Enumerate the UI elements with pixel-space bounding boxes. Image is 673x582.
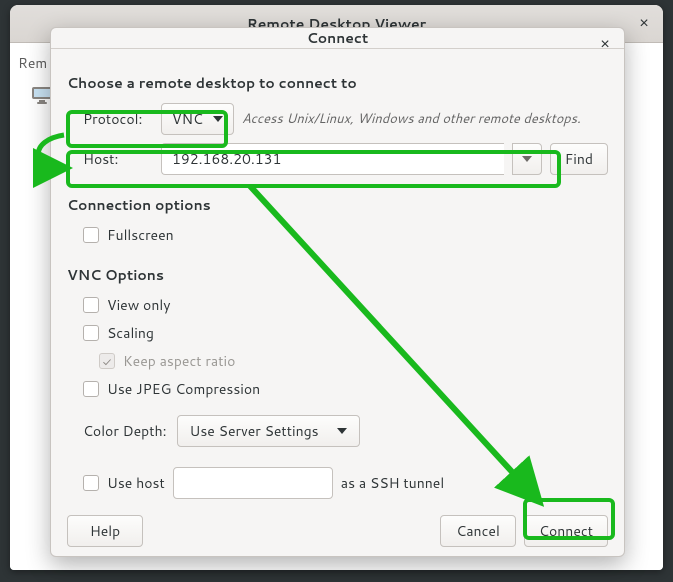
jpeg-label[interactable]: Use JPEG Compression	[107, 379, 260, 399]
help-button[interactable]: Help	[67, 515, 143, 547]
find-button[interactable]: Find	[550, 143, 608, 175]
ssh-checkbox[interactable]	[83, 475, 99, 491]
chevron-down-icon	[522, 156, 532, 162]
host-recent-dropdown[interactable]	[512, 143, 542, 175]
ssh-host-input[interactable]	[182, 468, 324, 498]
protocol-label: Protocol:	[83, 109, 153, 129]
jpeg-checkbox[interactable]	[83, 381, 99, 397]
host-input[interactable]	[170, 144, 496, 174]
scaling-label[interactable]: Scaling	[107, 323, 154, 343]
chevron-down-icon	[213, 116, 223, 122]
close-icon: ×	[639, 15, 648, 33]
ssh-prefix-label[interactable]: Use host	[107, 473, 165, 493]
keep-aspect-label: Keep aspect ratio	[123, 351, 235, 371]
dialog-titlebar: Connect ×	[51, 28, 624, 49]
vnc-options-heading: VNC Options	[67, 265, 608, 285]
dialog-close-button[interactable]: ×	[592, 32, 618, 58]
protocol-value: VNC	[172, 109, 203, 129]
fullscreen-label[interactable]: Fullscreen	[107, 225, 174, 245]
protocol-combo[interactable]: VNC	[161, 103, 234, 135]
cancel-button[interactable]: Cancel	[440, 515, 516, 547]
main-window-close-button[interactable]: ×	[631, 11, 657, 37]
choose-heading: Choose a remote desktop to connect to	[67, 73, 608, 93]
main-menu-fragment: Rem	[18, 53, 47, 73]
keep-aspect-checkbox	[99, 353, 115, 369]
dialog-title: Connect	[307, 28, 369, 48]
fullscreen-checkbox[interactable]	[83, 227, 99, 243]
connection-options-heading: Connection options	[67, 195, 608, 215]
host-input-container	[161, 143, 504, 175]
color-depth-select[interactable]: Use Server Settings	[177, 415, 360, 447]
host-label: Host:	[83, 149, 153, 169]
dialog-body: Choose a remote desktop to connect to Pr…	[51, 49, 624, 561]
chevron-down-icon	[337, 428, 347, 434]
connect-dialog: Connect × Choose a remote desktop to con…	[50, 27, 625, 557]
color-depth-value: Use Server Settings	[190, 421, 319, 441]
color-depth-label: Color Depth:	[83, 421, 167, 441]
protocol-hint: Access Unix/Linux, Windows and other rem…	[242, 110, 581, 128]
close-icon: ×	[600, 36, 609, 54]
view-only-checkbox[interactable]	[83, 297, 99, 313]
ssh-suffix-label: as a SSH tunnel	[341, 473, 444, 493]
view-only-label[interactable]: View only	[107, 295, 170, 315]
connect-button[interactable]: Connect	[524, 515, 608, 547]
scaling-checkbox[interactable]	[83, 325, 99, 341]
ssh-host-container	[173, 467, 333, 499]
